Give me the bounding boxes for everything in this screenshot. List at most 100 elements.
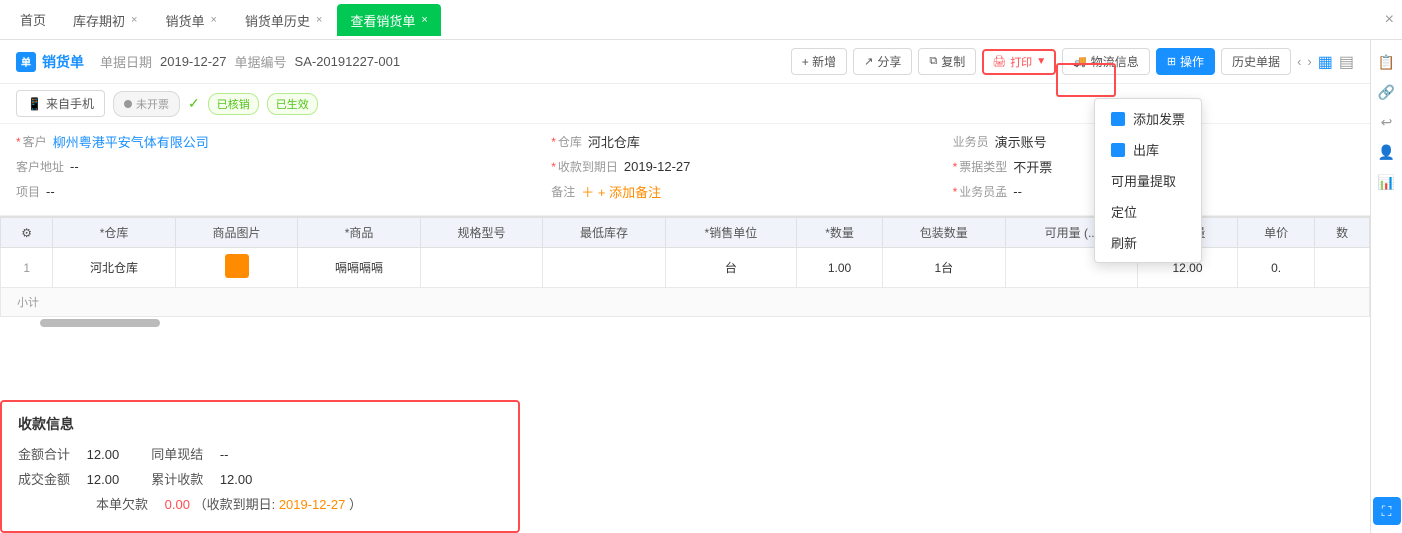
note-add-button[interactable]: ＋ + 添加备注 (581, 182, 661, 201)
row-unit-price: 0. (1237, 248, 1314, 288)
date-label: 单据日期 (100, 52, 152, 71)
add-button[interactable]: + 新增 (791, 48, 847, 75)
tab-view-sales-label: 查看销货单 (350, 11, 415, 30)
operations-button[interactable]: ⊞ 操作 (1156, 48, 1215, 75)
form-header: 单 销货单 单据日期 2019-12-27 单据编号 SA-20191227-0… (0, 40, 1370, 84)
tab-sales-history-close[interactable]: × (316, 14, 322, 26)
row-amount (1315, 248, 1370, 288)
doc-type: 单 销货单 (16, 52, 84, 72)
table-header-qty: *数量 (797, 218, 883, 248)
deal-amount-group: 成交金额 12.00 (18, 469, 119, 488)
doc-type-label: 销货单 (42, 52, 84, 72)
tab-sales-order[interactable]: 销货单 × (152, 4, 229, 36)
payment-row-2: 成交金额 12.00 累计收款 12.00 (18, 469, 502, 488)
tab-sales-history[interactable]: 销货单历史 × (232, 4, 335, 36)
row-spec (420, 248, 542, 288)
grid-view-1-icon[interactable]: ▦ (1318, 52, 1333, 72)
effective-badge: 已生效 (267, 93, 318, 115)
form-meta: 单据日期 2019-12-27 单据编号 SA-20191227-001 (100, 52, 400, 71)
plus-icon: ＋ (581, 185, 594, 200)
project-label: 项目 (16, 183, 40, 200)
tab-bar-close[interactable]: × (1385, 11, 1394, 29)
owed-amount-label: 本单欠款 (96, 497, 148, 512)
logistics-button[interactable]: 🚚 物流信息 (1062, 48, 1150, 75)
deal-amount-label: 成交金额 (18, 472, 70, 487)
sidebar-icon-undo[interactable]: ↩ (1373, 108, 1401, 136)
dropdown-item-refresh[interactable]: 刷新 (1095, 227, 1201, 258)
owed-amount-group: 本单欠款 0.00 （收款到期日: 2019-12-27 ） (96, 494, 362, 513)
warehouse-label: 仓库 (551, 133, 582, 150)
not-open-ticket-button[interactable]: 未开票 (113, 91, 180, 117)
grid-view-2-icon[interactable]: ▤ (1339, 52, 1354, 72)
sidebar-icon-clipboard[interactable]: 📋 (1373, 48, 1401, 76)
cumulative-payment-value: 12.00 (207, 472, 253, 487)
tab-inventory-init[interactable]: 库存期初 × (60, 4, 150, 36)
payment-info-title: 收款信息 (18, 414, 502, 434)
row-num: 1 (1, 248, 53, 288)
outbound-label: 出库 (1133, 140, 1159, 159)
amount-total-group: 金额合计 12.00 (18, 444, 119, 463)
copy-icon: ⧉ (929, 55, 937, 68)
product-img (225, 254, 249, 278)
subtotal-label: 小计 (1, 288, 1370, 317)
same-order-settle-group: 同单现结 -- (151, 444, 228, 463)
history-button[interactable]: 历史单据 (1221, 48, 1291, 75)
doc-type-icon: 单 (16, 52, 36, 72)
tab-view-sales[interactable]: 查看销货单 × (337, 4, 440, 36)
dropdown-item-available-qty[interactable]: 可用量提取 (1095, 165, 1201, 196)
mobile-icon: 📱 (27, 97, 42, 111)
owed-amount-value: 0.00 (152, 497, 190, 512)
same-order-settle-value: -- (207, 447, 229, 462)
table-header-settings[interactable]: ⚙ (1, 218, 53, 248)
warehouse-field-group: 仓库 河北仓库 (551, 132, 952, 151)
table-header-unit-price: 单价 (1237, 218, 1314, 248)
print-dropdown-icon: ▼ (1036, 56, 1046, 67)
dropdown-item-locate[interactable]: 定位 (1095, 196, 1201, 227)
tab-sales-history-label: 销货单历史 (245, 11, 310, 30)
owed-amount-note-end: ） (349, 497, 362, 512)
amount-total-value: 12.00 (74, 447, 120, 462)
print-button[interactable]: 🖨 打印 ▼ (982, 49, 1056, 75)
nav-next-icon[interactable]: › (1307, 54, 1311, 69)
payment-row-3: 本单欠款 0.00 （收款到期日: 2019-12-27 ） (18, 494, 502, 513)
share-button[interactable]: ↗ 分享 (853, 48, 912, 75)
nav-prev-icon[interactable]: ‹ (1297, 54, 1301, 69)
row-min-stock (543, 248, 665, 288)
payment-info-panel: 收款信息 金额合计 12.00 同单现结 -- 成交金额 12.00 累计收款 (0, 400, 520, 533)
table-header-pkg-qty: 包装数量 (883, 218, 1005, 248)
from-mobile-button[interactable]: 📱 来自手机 (16, 90, 105, 117)
table-header-amount: 数 (1315, 218, 1370, 248)
copy-button[interactable]: ⧉ 复制 (918, 48, 976, 75)
row-pkg-qty: 1台 (883, 248, 1005, 288)
sidebar-icon-expand[interactable]: ⛶ (1373, 497, 1401, 525)
operations-dropdown: 添加发票 出库 可用量提取 定位 刷新 (1094, 98, 1202, 263)
tab-bar: 首页 库存期初 × 销货单 × 销货单历史 × 查看销货单 × × (0, 0, 1402, 40)
addr-value: -- (70, 159, 79, 174)
tab-sales-order-close[interactable]: × (210, 14, 216, 26)
tab-view-sales-close[interactable]: × (421, 14, 427, 26)
project-value: -- (46, 184, 55, 199)
sidebar-icon-link[interactable]: 🔗 (1373, 78, 1401, 106)
tab-home[interactable]: 首页 (8, 10, 58, 29)
dropdown-item-outbound[interactable]: 出库 (1095, 134, 1201, 165)
sales-staff-label: 业务员孟 (953, 183, 1008, 200)
customer-field-group: 客户 柳州粤港平安气体有限公司 (16, 132, 551, 151)
table-header-product: *商品 (298, 218, 420, 248)
table-scroll-bar[interactable] (40, 319, 160, 327)
print-icon: 🖨 (992, 55, 1006, 68)
payment-date-value: 2019-12-27 (624, 159, 691, 174)
table-header-spec: 规格型号 (420, 218, 542, 248)
operations-icon: ⊞ (1167, 55, 1176, 68)
customer-value[interactable]: 柳州粤港平安气体有限公司 (53, 132, 209, 151)
dropdown-item-add-invoice[interactable]: 添加发票 (1095, 103, 1201, 134)
outbound-icon (1111, 143, 1125, 157)
share-icon: ↗ (864, 55, 873, 68)
tab-inventory-init-close[interactable]: × (131, 14, 137, 26)
sidebar-icon-chart[interactable]: 📊 (1373, 168, 1401, 196)
check-icon: ✓ (188, 95, 200, 112)
cumulative-payment-group: 累计收款 12.00 (151, 469, 252, 488)
form-actions: + 新增 ↗ 分享 ⧉ 复制 🖨 打印 ▼ 🚚 物流信息 (791, 48, 1354, 75)
customer-label: 客户 (16, 133, 47, 150)
sidebar-icon-user[interactable]: 👤 (1373, 138, 1401, 166)
addr-field-group: 客户地址 -- (16, 157, 551, 176)
